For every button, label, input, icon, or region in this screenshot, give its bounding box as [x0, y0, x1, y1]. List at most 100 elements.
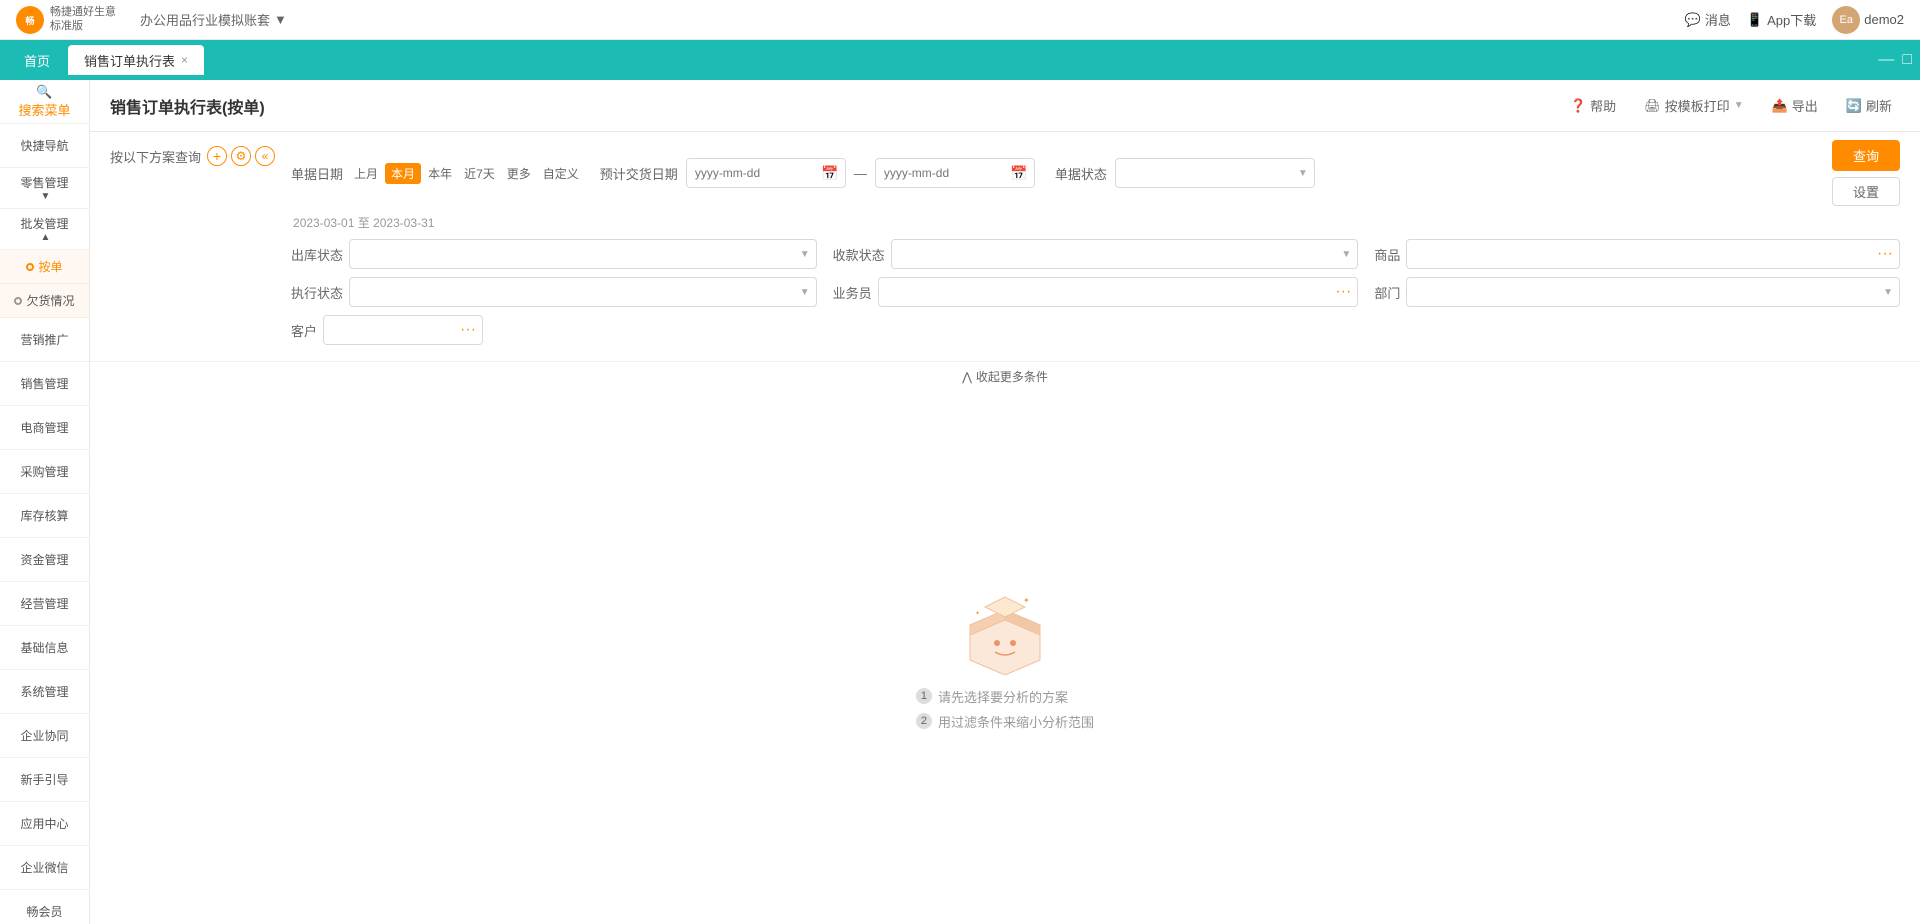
scheme-collapse-button[interactable]: « [255, 146, 275, 166]
hint-item-1: 1 请先选择要分析的方案 [916, 687, 1094, 706]
sidebar-item-sales[interactable]: 销售管理 [0, 362, 89, 406]
sidebar-item-app-center[interactable]: 应用中心 [0, 802, 89, 846]
date-to-calendar-icon[interactable]: 📅 [1010, 165, 1027, 182]
salesman-ellipsis-icon[interactable]: ··· [1335, 283, 1351, 301]
salesman-cell: 业务员 ··· [833, 277, 1359, 307]
date-last7days-button[interactable]: 近7天 [459, 163, 500, 184]
collapse-bar[interactable]: ⋀ 收起更多条件 [90, 361, 1920, 391]
sidebar-item-operations-label: 经营管理 [20, 595, 68, 612]
date-current-month-button[interactable]: 本月 [385, 163, 421, 184]
expected-date-to-input[interactable]: 📅 [875, 158, 1035, 188]
breadcrumb-arrow-icon: ▼ [274, 12, 287, 27]
template-print-button[interactable]: 🖨 按模板打印 ▼ [1636, 92, 1751, 119]
customer-input[interactable] [332, 323, 474, 338]
sidebar-item-beginner[interactable]: 新手引导 [0, 758, 89, 802]
message-icon: 💬 [1685, 12, 1701, 28]
export-label: 导出 [1792, 96, 1818, 115]
customer-ellipsis-icon[interactable]: ··· [460, 321, 476, 339]
customer-input-wrap[interactable]: ··· [323, 315, 483, 345]
sidebar-item-corp-collab[interactable]: 企业协同 [0, 714, 89, 758]
sidebar-item-member[interactable]: 畅会员 [0, 890, 89, 924]
expected-date-from-field[interactable] [695, 166, 837, 180]
date-from-calendar-icon[interactable]: 📅 [821, 165, 838, 182]
sidebar-item-marketing[interactable]: 营销推广 [0, 318, 89, 362]
sidebar-item-inventory[interactable]: 库存核算 [0, 494, 89, 538]
status-input[interactable] [1124, 166, 1306, 181]
tab-home[interactable]: 首页 [8, 45, 66, 75]
sidebar-item-inventory-label: 库存核算 [20, 507, 68, 524]
refresh-button[interactable]: 🔄 刷新 [1838, 92, 1900, 119]
tab-active[interactable]: 销售订单执行表 × [68, 45, 204, 75]
page-actions: ❓ 帮助 🖨 按模板打印 ▼ 📤 导出 🔄 刷新 [1562, 92, 1900, 119]
help-button[interactable]: ❓ 帮助 [1562, 92, 1624, 119]
expected-date-to-field[interactable] [884, 166, 1026, 180]
goods-input[interactable] [1415, 247, 1891, 262]
sidebar-item-basic-info[interactable]: 基础信息 [0, 626, 89, 670]
user-area[interactable]: Ea demo2 [1832, 6, 1904, 34]
dept-select[interactable]: ▼ [1406, 277, 1900, 307]
exec-status-select[interactable]: ▼ [349, 277, 817, 307]
breadcrumb-text: 办公用品行业模拟账套 [140, 10, 270, 29]
tab-close-icon[interactable]: × [181, 53, 188, 67]
sidebar-item-system[interactable]: 系统管理 [0, 670, 89, 714]
sidebar-sub-item-backorder[interactable]: 欠货情况 [0, 284, 89, 318]
sidebar-item-marketing-label: 营销推广 [20, 331, 68, 348]
sidebar-item-retail-label: 零售管理 [20, 174, 68, 191]
export-button[interactable]: 📤 导出 [1764, 92, 1826, 119]
avatar-text: Ea [1840, 14, 1853, 26]
sidebar-search[interactable]: 🔍 搜索菜单 [0, 80, 89, 124]
scheme-settings-button[interactable]: ⚙ [231, 146, 251, 166]
help-icon: ❓ [1570, 98, 1586, 114]
date-custom-button[interactable]: 自定义 [538, 163, 584, 184]
salesman-input[interactable] [887, 285, 1350, 300]
dept-input[interactable] [1415, 285, 1891, 300]
sidebar-item-purchase[interactable]: 采购管理 [0, 450, 89, 494]
payment-status-select[interactable]: ▼ [891, 239, 1359, 269]
tab-minimize-button[interactable]: — [1878, 51, 1894, 69]
payment-status-arrow-icon: ▼ [1341, 249, 1351, 260]
expected-date-from-input[interactable]: 📅 [686, 158, 846, 188]
refresh-icon: 🔄 [1846, 98, 1862, 114]
scheme-add-button[interactable]: + [207, 146, 227, 166]
sidebar-item-operations[interactable]: 经营管理 [0, 582, 89, 626]
payment-status-label: 收款状态 [833, 245, 885, 264]
sidebar-item-finance[interactable]: 资金管理 [0, 538, 89, 582]
refresh-label: 刷新 [1866, 96, 1892, 115]
date-prev-month-button[interactable]: 上月 [349, 163, 383, 184]
scheme-settings-icon: ⚙ [236, 149, 247, 163]
breadcrumb[interactable]: 办公用品行业模拟账套 ▼ [140, 10, 287, 29]
sidebar-item-wholesale[interactable]: 批发管理 ▲ [0, 209, 89, 250]
goods-ellipsis-icon[interactable]: ··· [1877, 245, 1893, 263]
status-select[interactable]: ▼ [1115, 158, 1315, 188]
goods-input-wrap[interactable]: ··· [1406, 239, 1900, 269]
payment-status-input[interactable] [900, 247, 1350, 262]
sidebar-item-wechat[interactable]: 企业微信 [0, 846, 89, 890]
message-button[interactable]: 💬 消息 [1685, 10, 1731, 29]
setting-button[interactable]: 设置 [1832, 177, 1900, 206]
exec-status-input[interactable] [358, 285, 808, 300]
salesman-input-wrap[interactable]: ··· [878, 277, 1359, 307]
hint-num-1: 1 [916, 688, 932, 704]
query-button[interactable]: 查询 [1832, 140, 1900, 171]
tab-maximize-button[interactable]: □ [1902, 51, 1912, 69]
sidebar-item-basic-info-label: 基础信息 [20, 639, 68, 656]
warehouse-status-input[interactable] [358, 247, 808, 262]
status-arrow-icon: ▼ [1298, 168, 1308, 179]
sidebar-quick-nav[interactable]: 快捷导航 [0, 124, 89, 168]
sidebar-sub-item-orders[interactable]: 按单 [0, 250, 89, 284]
search-icon: 🔍 [36, 84, 52, 100]
tab-bar-actions: — □ [1878, 51, 1912, 69]
avatar: Ea [1832, 6, 1860, 34]
sidebar-item-retail[interactable]: 零售管理 ▼ [0, 168, 89, 209]
warehouse-status-label: 出库状态 [291, 245, 343, 264]
date-more-button[interactable]: 更多 [502, 163, 536, 184]
sidebar-item-corp-collab-label: 企业协同 [20, 727, 68, 744]
sidebar-item-ecommerce[interactable]: 电商管理 [0, 406, 89, 450]
app-download-button[interactable]: 📱 App下载 [1747, 10, 1816, 29]
date-current-year-button[interactable]: 本年 [423, 163, 457, 184]
date-dash: — [854, 166, 867, 181]
warehouse-status-select[interactable]: ▼ [349, 239, 817, 269]
date-filter-label: 单据日期 [291, 164, 343, 183]
svg-text:畅: 畅 [25, 15, 34, 26]
template-print-icon: 🖨 [1644, 98, 1661, 114]
